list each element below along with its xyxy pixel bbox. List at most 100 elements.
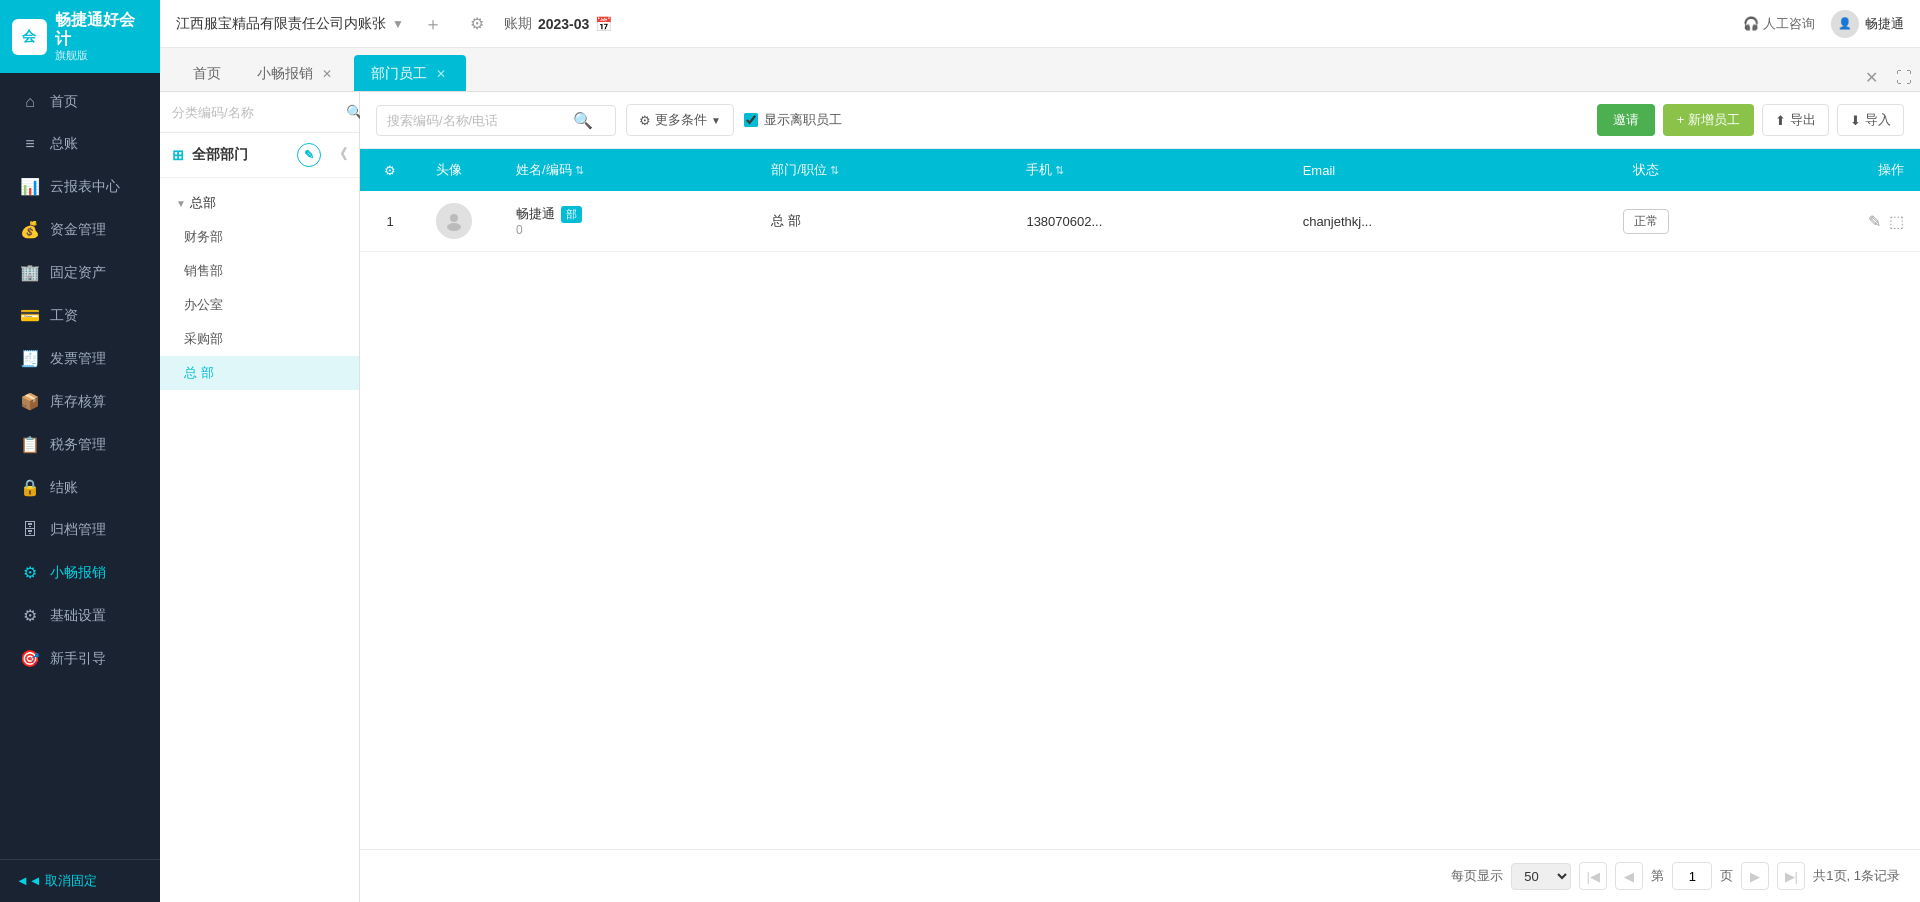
search-input[interactable] [387,113,567,128]
tree-node-office-label: 办公室 [184,297,223,312]
tab-expense[interactable]: 小畅报销 ✕ [240,55,352,91]
sidebar-item-expense[interactable]: ⚙ 小畅报销 [0,551,160,594]
sidebar: 会 畅捷通好会计 旗舰版 ⌂ 首页 ≡ 总账 📊 云报表中心 💰 资金管理 🏢 … [0,0,160,902]
add-employee-button[interactable]: + 新增员工 [1663,104,1754,136]
sidebar-item-archive[interactable]: 🗄 归档管理 [0,509,160,551]
company-selector[interactable]: 江西服宝精品有限责任公司内账张 ▼ [176,15,404,33]
add-company-icon[interactable]: ＋ [416,8,450,40]
col-phone[interactable]: 手机 [1010,149,1286,191]
tree-node-sales[interactable]: 销售部 [160,254,359,288]
svg-point-1 [447,223,461,231]
period-value: 2023-03 [538,16,589,32]
sidebar-item-guide[interactable]: 🎯 新手引导 [0,637,160,680]
sidebar-label-close: 结账 [50,479,78,497]
inventory-icon: 📦 [20,392,40,411]
topbar: 江西服宝精品有限责任公司内账张 ▼ ＋ ⚙ 账期 2023-03 📅 🎧 人工咨… [160,0,1920,48]
tree-search-bar: 🔍 [160,92,359,133]
show-resigned-label: 显示离职员工 [764,111,842,129]
topbar-right: 🎧 人工咨询 👤 畅捷通 [1743,10,1904,38]
col-dept[interactable]: 部门/职位 [755,149,1010,191]
import-button[interactable]: ⬇ 导入 [1837,104,1904,136]
status-badge: 正常 [1623,209,1669,234]
sidebar-item-invoice[interactable]: 🧾 发票管理 [0,337,160,380]
sidebar-item-assets[interactable]: 💰 资金管理 [0,208,160,251]
logo-title: 畅捷通好会计 [55,10,148,48]
tree-node-general[interactable]: 总 部 [160,356,359,390]
tab-home[interactable]: 首页 [176,55,238,91]
last-page-btn[interactable]: ▶| [1777,862,1805,890]
sidebar-label-basic: 基础设置 [50,607,106,625]
sidebar-item-tax[interactable]: 📋 税务管理 [0,423,160,466]
reports-icon: 📊 [20,177,40,196]
grid-icon: ⊞ [172,147,184,163]
home-icon: ⌂ [20,93,40,111]
sidebar-item-reports[interactable]: 📊 云报表中心 [0,165,160,208]
page-input[interactable] [1672,862,1712,890]
per-page-select[interactable]: 50 100 200 [1511,863,1571,890]
more-filters-btn[interactable]: ⚙ 更多条件 ▼ [626,104,734,136]
tree-node-purchase[interactable]: 采购部 [160,322,359,356]
cell-avatar [420,191,500,252]
tree-node-office[interactable]: 办公室 [160,288,359,322]
page-unit: 页 [1720,867,1733,885]
tab-home-label: 首页 [193,65,221,83]
sidebar-item-ledger[interactable]: ≡ 总账 [0,123,160,165]
settings-icon[interactable]: ⚙ [462,10,492,37]
avatar-icon: 👤 [1838,17,1852,30]
edit-icon[interactable]: ✎ [1868,212,1881,231]
chevron-icon: ▼ [176,198,186,209]
tree-collapse-icon[interactable]: 《 [333,146,347,164]
close-period-icon: 🔒 [20,478,40,497]
customer-service-btn[interactable]: 🎧 人工咨询 [1743,15,1815,33]
prev-page-btn[interactable]: ◀ [1615,862,1643,890]
username: 畅捷通 [1865,15,1904,33]
calendar-icon[interactable]: 📅 [595,16,612,32]
svg-point-0 [450,214,458,222]
period-selector[interactable]: 账期 2023-03 📅 [504,15,612,33]
next-page-btn[interactable]: ▶ [1741,862,1769,890]
avatar: 👤 [1831,10,1859,38]
sidebar-item-inventory[interactable]: 📦 库存核算 [0,380,160,423]
first-page-btn[interactable]: |◀ [1579,862,1607,890]
tab-expand-icon[interactable]: ⛶ [1888,65,1920,91]
sidebar-item-salary[interactable]: 💳 工资 [0,294,160,337]
tab-expense-close-icon[interactable]: ✕ [319,66,335,82]
tree-node-hq[interactable]: ▼ 总部 [160,186,359,220]
page-prefix: 第 [1651,867,1664,885]
sidebar-collapse-label: ◄◄ 取消固定 [16,872,97,890]
col-status: 状态 [1546,149,1746,191]
col-settings[interactable]: ⚙ [360,149,420,191]
sidebar-collapse-btn[interactable]: ◄◄ 取消固定 [0,859,160,902]
salary-icon: 💳 [20,306,40,325]
total-info: 共1页, 1条记录 [1813,867,1900,885]
user-menu[interactable]: 👤 畅捷通 [1831,10,1904,38]
basic-icon: ⚙ [20,606,40,625]
sidebar-item-basic[interactable]: ⚙ 基础设置 [0,594,160,637]
tree-search-input[interactable] [172,105,340,120]
show-resigned-checkbox[interactable]: 显示离职员工 [744,111,842,129]
employee-name: 畅捷通 [516,205,555,223]
tab-dept-emp[interactable]: 部门员工 ✕ [354,55,466,91]
toolbar-right: 邀请 + 新增员工 ⬆ 导出 ⬇ 导入 [1597,104,1904,136]
logout-icon[interactable]: ⬚ [1889,212,1904,231]
export-button[interactable]: ⬆ 导出 [1762,104,1829,136]
tree-header: ⊞ 全部部门 ✎ 《 [160,133,359,178]
sidebar-item-close[interactable]: 🔒 结账 [0,466,160,509]
tab-dept-close-icon[interactable]: ✕ [433,66,449,82]
search-icon[interactable]: 🔍 [573,111,593,130]
invite-button[interactable]: 邀请 [1597,104,1655,136]
import-label: 导入 [1865,111,1891,129]
cell-index: 1 [360,191,420,252]
tree-edit-icon[interactable]: ✎ [297,143,321,167]
ledger-icon: ≡ [20,135,40,153]
tab-close-window-icon[interactable]: ✕ [1857,64,1886,91]
sidebar-item-fixed[interactable]: 🏢 固定资产 [0,251,160,294]
search-box: 🔍 [376,105,616,136]
resigned-checkbox-input[interactable] [744,113,758,127]
more-filters-label: 更多条件 [655,111,707,129]
col-name[interactable]: 姓名/编码 [500,149,755,191]
headset-icon: 🎧 [1743,16,1759,31]
sidebar-item-home[interactable]: ⌂ 首页 [0,81,160,123]
sidebar-label-tax: 税务管理 [50,436,106,454]
tree-node-finance[interactable]: 财务部 [160,220,359,254]
